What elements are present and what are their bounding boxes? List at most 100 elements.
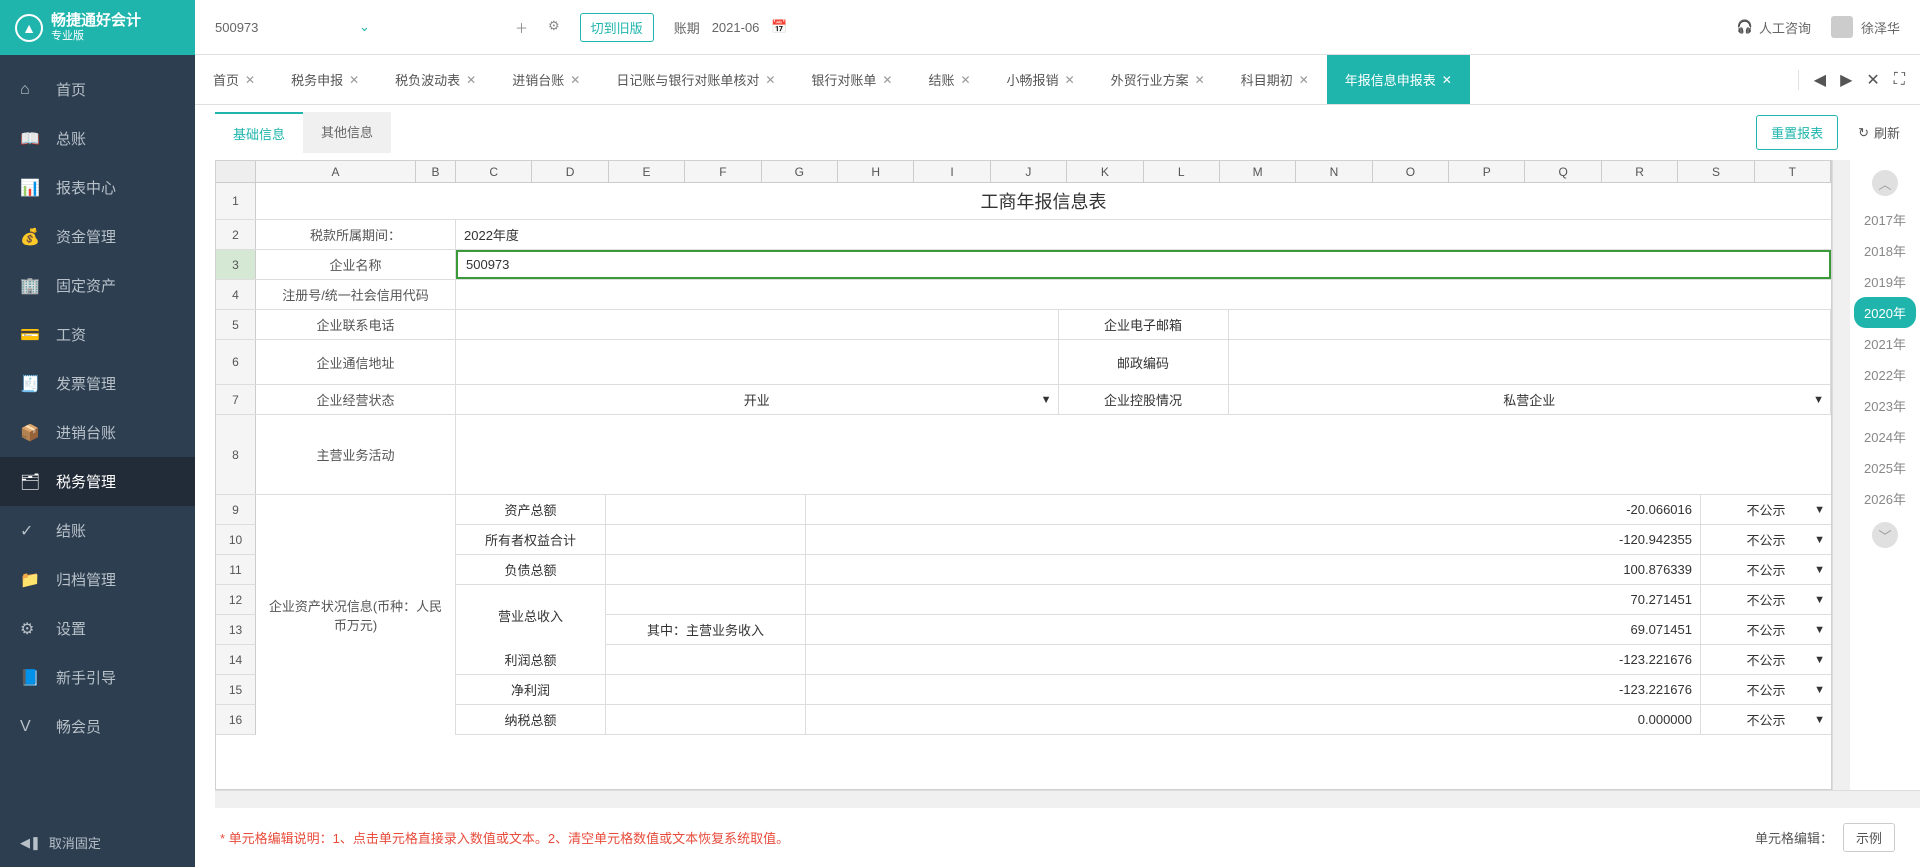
- nav-item[interactable]: 🧾发票管理: [0, 359, 195, 408]
- fullscreen-icon[interactable]: ⛶: [1894, 71, 1905, 89]
- tab-close-icon[interactable]: ✕: [1866, 70, 1879, 90]
- year-item[interactable]: 2019年: [1854, 266, 1916, 297]
- year-down-icon[interactable]: ﹀: [1872, 522, 1898, 548]
- nav-item[interactable]: 🏢固定资产: [0, 261, 195, 310]
- year-item[interactable]: 2024年: [1854, 421, 1916, 452]
- nav-item[interactable]: 📖总账: [0, 114, 195, 163]
- col-header[interactable]: B: [416, 161, 456, 182]
- year-item[interactable]: 2021年: [1854, 328, 1916, 359]
- phone-cell[interactable]: [456, 310, 1059, 339]
- col-header[interactable]: D: [532, 161, 608, 182]
- nav-item[interactable]: V畅会员: [0, 702, 195, 751]
- nav-item[interactable]: ⌂首页: [0, 65, 195, 114]
- fin-sub[interactable]: [606, 675, 806, 704]
- fin-sub[interactable]: [606, 645, 806, 674]
- gear-icon[interactable]: ⚙: [548, 18, 560, 37]
- tab[interactable]: 税负波动表✕: [377, 55, 494, 104]
- fin-sub[interactable]: [606, 525, 806, 554]
- holding-select[interactable]: 私营企业▼: [1229, 385, 1832, 414]
- tab-close-icon[interactable]: ✕: [1299, 73, 1309, 87]
- tab-next-icon[interactable]: ▶: [1840, 70, 1852, 90]
- fin-value[interactable]: 0.000000: [806, 705, 1701, 734]
- col-header[interactable]: S: [1678, 161, 1754, 182]
- nav-item[interactable]: ✓结账: [0, 506, 195, 555]
- col-header[interactable]: A: [256, 161, 416, 182]
- fin-value[interactable]: -123.221676: [806, 675, 1701, 704]
- col-header[interactable]: L: [1144, 161, 1220, 182]
- publicity-select[interactable]: 不公示▼: [1701, 675, 1831, 704]
- fin-value[interactable]: -20.066016: [806, 495, 1701, 524]
- col-header[interactable]: J: [991, 161, 1067, 182]
- tab[interactable]: 小畅报销✕: [989, 55, 1093, 104]
- tab[interactable]: 年报信息申报表✕: [1327, 55, 1470, 104]
- fin-value[interactable]: 100.876339: [806, 555, 1701, 584]
- fin-sub[interactable]: [606, 495, 806, 524]
- fin-sub[interactable]: [606, 555, 806, 584]
- year-item[interactable]: 2026年: [1854, 483, 1916, 514]
- nav-item[interactable]: 📦进销台账: [0, 408, 195, 457]
- col-header[interactable]: C: [456, 161, 532, 182]
- company-name-input[interactable]: 500973: [456, 250, 1831, 279]
- tab[interactable]: 首页✕: [195, 55, 273, 104]
- tab-close-icon[interactable]: ✕: [349, 73, 359, 87]
- vertical-scrollbar[interactable]: [1832, 160, 1850, 790]
- col-header[interactable]: T: [1755, 161, 1831, 182]
- fin-value[interactable]: -123.221676: [806, 645, 1701, 674]
- tab-close-icon[interactable]: ✕: [466, 73, 476, 87]
- year-item[interactable]: 2018年: [1854, 235, 1916, 266]
- tab[interactable]: 银行对账单✕: [793, 55, 910, 104]
- old-version-button[interactable]: 切到旧版: [580, 13, 654, 42]
- tab-close-icon[interactable]: ✕: [245, 73, 255, 87]
- publicity-select[interactable]: 不公示▼: [1701, 705, 1831, 734]
- tab[interactable]: 外贸行业方案✕: [1093, 55, 1223, 104]
- tab-close-icon[interactable]: ✕: [765, 73, 775, 87]
- fin-value[interactable]: -120.942355: [806, 525, 1701, 554]
- year-item[interactable]: 2025年: [1854, 452, 1916, 483]
- avatar[interactable]: [1831, 16, 1853, 38]
- nav-item[interactable]: 📊报表中心: [0, 163, 195, 212]
- tab-close-icon[interactable]: ✕: [1195, 73, 1205, 87]
- nav-item[interactable]: 💰资金管理: [0, 212, 195, 261]
- refresh-button[interactable]: ↻ 刷新: [1858, 123, 1900, 142]
- col-header[interactable]: K: [1067, 161, 1143, 182]
- col-header[interactable]: E: [609, 161, 685, 182]
- col-header[interactable]: G: [762, 161, 838, 182]
- year-item[interactable]: 2017年: [1854, 204, 1916, 235]
- publicity-select[interactable]: 不公示▼: [1701, 495, 1831, 524]
- publicity-select[interactable]: 不公示▼: [1701, 645, 1831, 674]
- tab[interactable]: 结账✕: [910, 55, 988, 104]
- col-header[interactable]: P: [1449, 161, 1525, 182]
- sub-tab-basic[interactable]: 基础信息: [215, 112, 303, 153]
- nav-item[interactable]: 📘新手引导: [0, 653, 195, 702]
- consult-button[interactable]: 🎧 人工咨询: [1737, 18, 1811, 37]
- add-icon[interactable]: ＋: [515, 18, 528, 37]
- main-biz-cell[interactable]: [456, 415, 1831, 494]
- publicity-select[interactable]: 不公示▼: [1701, 585, 1831, 614]
- col-header[interactable]: R: [1602, 161, 1678, 182]
- col-header[interactable]: F: [685, 161, 761, 182]
- year-item[interactable]: 2023年: [1854, 390, 1916, 421]
- tab[interactable]: 税务申报✕: [273, 55, 377, 104]
- col-header[interactable]: O: [1373, 161, 1449, 182]
- address-cell[interactable]: [456, 340, 1059, 384]
- nav-item[interactable]: 📁归档管理: [0, 555, 195, 604]
- reg-code-cell[interactable]: [456, 280, 1831, 309]
- nav-item[interactable]: 🗂税务管理: [0, 457, 195, 506]
- col-header[interactable]: Q: [1525, 161, 1601, 182]
- fin-value[interactable]: 70.271451: [806, 585, 1701, 614]
- nav-item[interactable]: ⚙设置: [0, 604, 195, 653]
- col-header[interactable]: I: [914, 161, 990, 182]
- example-button[interactable]: 示例: [1843, 823, 1895, 852]
- year-item[interactable]: 2020年: [1854, 297, 1916, 328]
- tab-close-icon[interactable]: ✕: [1442, 73, 1452, 87]
- year-up-icon[interactable]: ︿: [1872, 170, 1898, 196]
- nav-item[interactable]: 💳工资: [0, 310, 195, 359]
- col-header[interactable]: H: [838, 161, 914, 182]
- calendar-icon[interactable]: 📅: [771, 19, 787, 35]
- fin-sub[interactable]: [606, 705, 806, 734]
- select-all-corner[interactable]: [216, 161, 256, 182]
- fin-sub[interactable]: [606, 585, 806, 614]
- col-header[interactable]: N: [1296, 161, 1372, 182]
- email-cell[interactable]: [1229, 310, 1832, 339]
- tab-close-icon[interactable]: ✕: [960, 73, 970, 87]
